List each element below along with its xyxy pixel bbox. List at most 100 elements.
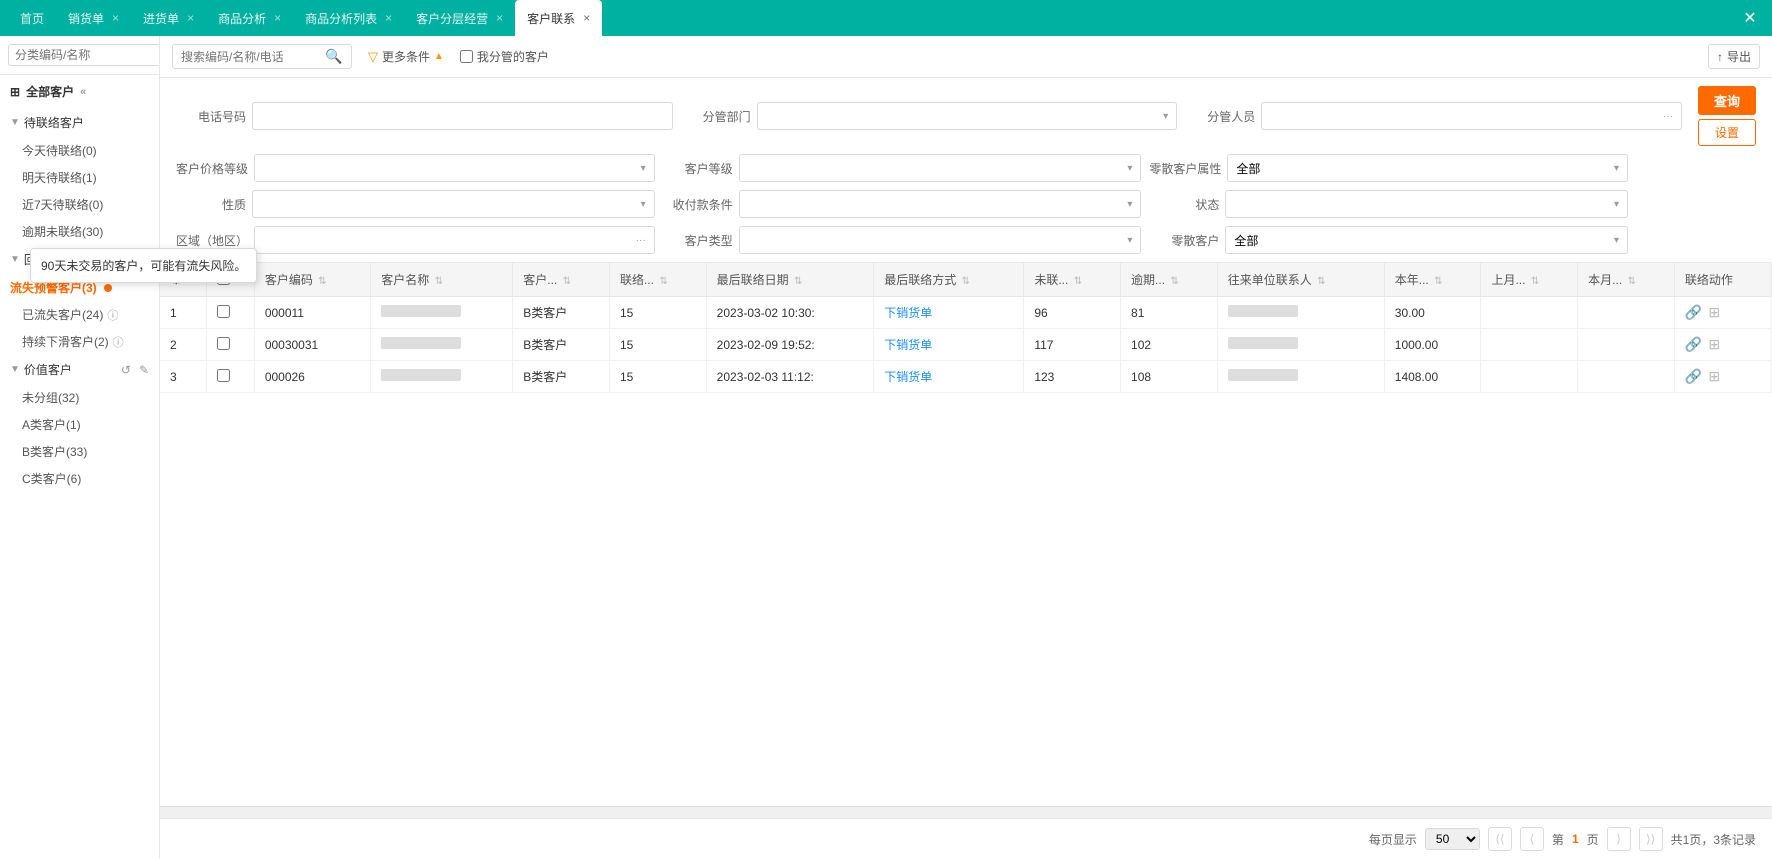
th-this-month[interactable]: 本月... ⇅ [1578,263,1675,297]
filter-label-region: 区域（地区） [176,232,248,249]
grid-action-icon-2[interactable]: ⊞ [1708,368,1720,385]
th-name[interactable]: 客户名称 ⇅ [371,263,513,297]
edit-icon[interactable]: ✎ [139,363,149,377]
row-checkbox-0[interactable] [217,305,230,318]
th-code[interactable]: 客户编码 ⇅ [254,263,370,297]
filter-field-price-level: 客户价格等级 ▾ [176,154,655,182]
setting-button[interactable]: 设置 [1698,119,1756,146]
nature-dropdown-icon: ▾ [641,199,646,210]
last-page-button[interactable]: ⟩⟩ [1639,827,1663,851]
tab-product-analysis-list[interactable]: 商品分析列表 × [293,0,404,36]
cell-last-month-0 [1481,297,1578,329]
per-page-select[interactable]: 50 100 200 [1425,828,1480,850]
cell-last-method-1[interactable]: 下销货单 [874,329,1024,361]
row-checkbox-2[interactable] [217,369,230,382]
tab-customer-segmentation[interactable]: 客户分层经营 × [404,0,515,36]
grid-action-icon-1[interactable]: ⊞ [1708,336,1720,353]
tab-home[interactable]: 首页 [8,0,56,36]
filter-select-status[interactable]: ▾ [1225,190,1628,218]
sidebar-item-declining[interactable]: 持续下滑客户(2) ⓘ [0,328,159,355]
cell-action-2: 🔗 ⊞ [1674,361,1771,393]
cell-unlisted-0: 96 [1024,297,1121,329]
customer-type-dropdown-icon: ▾ [1127,235,1132,246]
filter-select-person[interactable]: ··· [1261,102,1682,130]
cell-last-method-0[interactable]: 下销货单 [874,297,1024,329]
tab-sales-order-close[interactable]: × [112,11,119,25]
prev-page-button[interactable]: ⟨ [1520,827,1544,851]
export-button[interactable]: ↑ 导出 [1708,44,1760,69]
query-button[interactable]: 查询 [1698,86,1756,115]
sort-icon-contact: ⇅ [659,276,667,287]
tab-product-analysis[interactable]: 商品分析 × [206,0,293,36]
tab-product-analysis-close[interactable]: × [274,11,281,25]
filter-input-phone[interactable] [252,102,673,130]
last-method-link-0[interactable]: 下销货单 [884,306,932,320]
sidebar-section-value[interactable]: ▼ 价值客户 ↺ ✎ [0,355,159,384]
last-method-link-1[interactable]: 下销货单 [884,338,932,352]
first-page-button[interactable]: ⟨⟨ [1488,827,1512,851]
cell-type-0: B类客户 [513,297,610,329]
sidebar-item-churned[interactable]: 已流失客户(24) ⓘ [0,301,159,328]
tab-sales-order[interactable]: 销货单 × [56,0,131,36]
payment-dropdown-icon: ▾ [1127,199,1132,210]
filter-select-nature[interactable]: ▾ [252,190,655,218]
filter-select-retail-attr[interactable]: 全部 ▾ [1227,154,1628,182]
tab-purchase-close[interactable]: × [187,11,194,25]
filter-field-nature: 性质 ▾ [176,190,655,218]
status-dropdown-icon: ▾ [1614,199,1619,210]
cell-this-month-0 [1578,297,1675,329]
sidebar-section-pending[interactable]: ▼ 待联络客户 [0,108,159,137]
sidebar-item-ungroup[interactable]: 未分组(32) [0,384,159,411]
filter-select-payment[interactable]: ▾ [739,190,1142,218]
filter-more-btn[interactable]: ▽ 更多条件 ▲ [360,45,452,68]
table-row: 3 000026 B类客户 15 2023-02-03 11:12: 下销货单 … [160,361,1772,393]
next-page-button[interactable]: ⟩ [1607,827,1631,851]
link-icon-1[interactable]: 🔗 [1685,336,1702,353]
th-type[interactable]: 客户... ⇅ [513,263,610,297]
tab-customer-contact[interactable]: 客户联系 × [515,0,602,36]
sidebar-item-today[interactable]: 今天待联络(0) [0,137,159,164]
sidebar-item-7days[interactable]: 近7天待联络(0) [0,191,159,218]
grid-action-icon-0[interactable]: ⊞ [1708,304,1720,321]
th-last-date[interactable]: 最后联络日期 ⇅ [706,263,874,297]
refresh-icon[interactable]: ↺ [121,363,131,377]
link-icon-2[interactable]: 🔗 [1685,368,1702,385]
cell-last-method-2[interactable]: 下销货单 [874,361,1024,393]
row-checkbox-1[interactable] [217,337,230,350]
toolbar-search-input[interactable] [181,50,321,64]
sidebar-item-class-c[interactable]: C类客户(6) [0,465,159,492]
sidebar-item-tomorrow[interactable]: 明天待联络(1) [0,164,159,191]
filter-select-customer-level[interactable]: ▾ [739,154,1142,182]
th-this-year[interactable]: 本年... ⇅ [1384,263,1481,297]
filter-select-dept[interactable]: ▾ [757,102,1178,130]
th-overdue[interactable]: 逾期... ⇅ [1121,263,1218,297]
sidebar-item-overdue[interactable]: 逾期未联络(30) [0,218,159,245]
sidebar-item-class-a[interactable]: A类客户(1) [0,411,159,438]
link-icon-0[interactable]: 🔗 [1685,304,1702,321]
filter-select-retail-customer[interactable]: 全部 ▾ [1225,226,1628,254]
filter-select-customer-type[interactable]: ▾ [739,226,1142,254]
person-more-icon: ··· [1663,111,1673,122]
sidebar-search-area: 🔍 [0,36,159,75]
th-unlisted[interactable]: 未联... ⇅ [1024,263,1121,297]
sidebar-item-class-b[interactable]: B类客户(33) [0,438,159,465]
cell-overdue-2: 108 [1121,361,1218,393]
th-contact[interactable]: 联络... ⇅ [609,263,706,297]
window-close-button[interactable]: ✕ [1736,4,1764,32]
tab-customer-contact-close[interactable]: × [583,11,590,25]
sidebar-root[interactable]: ⊞ 全部客户 « [0,75,159,108]
my-customers-checkbox-label[interactable]: 我分管的客户 [460,48,549,65]
th-contact-person[interactable]: 往来单位联系人 ⇅ [1217,263,1384,297]
sidebar-search-input[interactable] [8,44,160,66]
filter-select-region[interactable]: ··· [254,226,655,254]
filter-label-person: 分管人员 [1185,108,1255,125]
last-method-link-2[interactable]: 下销货单 [884,370,932,384]
tab-product-analysis-list-close[interactable]: × [385,11,392,25]
tab-purchase-order[interactable]: 进货单 × [131,0,206,36]
th-last-month[interactable]: 上月... ⇅ [1481,263,1578,297]
th-last-method[interactable]: 最后联络方式 ⇅ [874,263,1024,297]
table-horizontal-scrollbar[interactable] [160,806,1772,818]
tab-customer-seg-close[interactable]: × [496,11,503,25]
my-customers-checkbox[interactable] [460,50,473,63]
filter-select-price-level[interactable]: ▾ [254,154,655,182]
